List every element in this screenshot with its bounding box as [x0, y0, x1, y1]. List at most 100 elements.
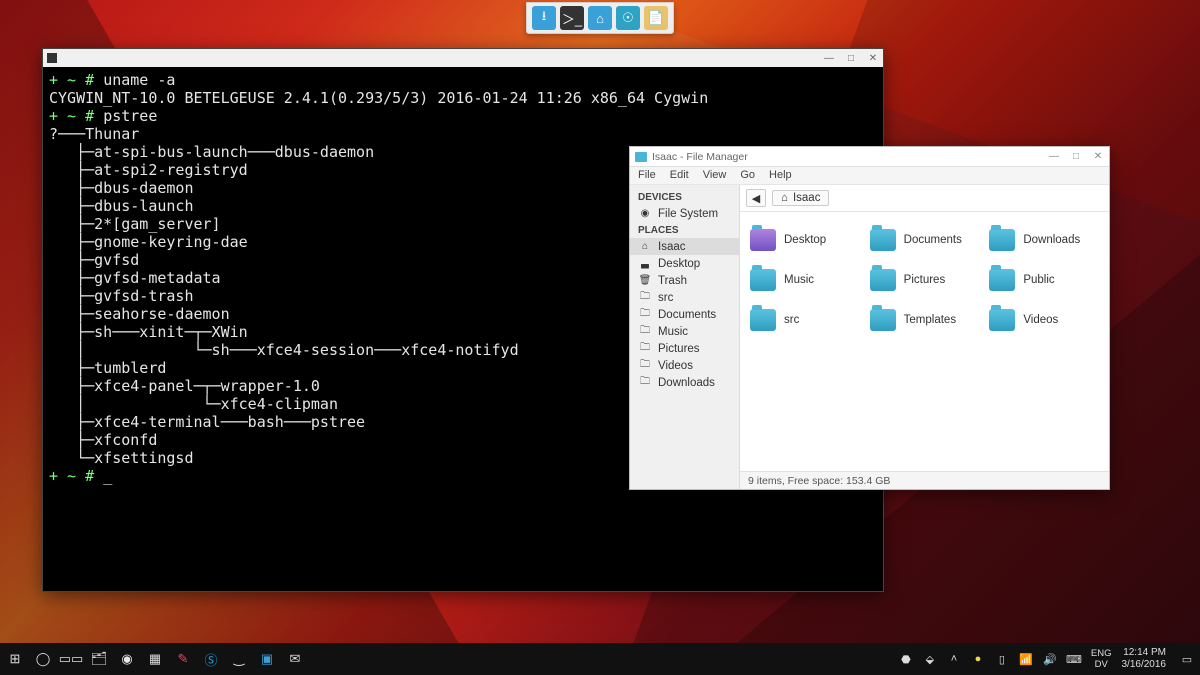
start-button[interactable]: ⊞ [6, 650, 24, 668]
minimize-button[interactable]: — [823, 52, 835, 64]
folder-icon [870, 269, 896, 291]
back-button[interactable]: ◀ [746, 189, 766, 207]
folder-icon [750, 229, 776, 251]
desktop-icon: ▃ [638, 258, 652, 270]
tray-dropbox-icon[interactable]: ⬙ [923, 652, 937, 666]
dock-web-icon[interactable]: ☉ [616, 6, 640, 30]
lang-text: ENG [1091, 648, 1112, 659]
app-icon[interactable]: ‿ [230, 650, 248, 668]
kb-text: DV [1091, 659, 1112, 670]
maximize-button[interactable]: □ [845, 52, 857, 64]
sidebar-places-header: PLACES [630, 222, 739, 238]
sidebar-place-pictures[interactable]: 🗀Pictures [630, 340, 739, 357]
folder-icon [989, 309, 1015, 331]
folder-icon [750, 269, 776, 291]
gimp-icon[interactable]: ✎ [174, 650, 192, 668]
menu-view[interactable]: View [703, 169, 727, 182]
fm-pathbar: ◀ ⌂ Isaac [740, 185, 1109, 212]
tray-status-icon[interactable]: ● [971, 652, 985, 666]
tray-keyboard-icon[interactable]: ⌨ [1067, 652, 1081, 666]
folder-downloads[interactable]: Downloads [985, 220, 1103, 260]
folder-icon: 🗀 [638, 326, 652, 338]
clock-time: 12:14 PM [1122, 647, 1167, 659]
folder-templates[interactable]: Templates [866, 300, 984, 340]
dock-terminal-icon[interactable]: ＞_ [560, 6, 584, 30]
folder-icon: 🗀 [638, 309, 652, 321]
menu-file[interactable]: File [638, 169, 656, 182]
menu-edit[interactable]: Edit [670, 169, 689, 182]
fm-titlebar[interactable]: Isaac - File Manager — □ ✕ [630, 147, 1109, 167]
dock-notes-icon[interactable]: 📄 [644, 6, 668, 30]
folder-icon: 🗀 [638, 360, 652, 372]
breadcrumb[interactable]: ⌂ Isaac [772, 190, 829, 206]
fm-menubar: File Edit View Go Help [630, 167, 1109, 185]
sidebar-place-videos[interactable]: 🗀Videos [630, 357, 739, 374]
tray-app-icon[interactable]: ⬣ [899, 652, 913, 666]
folder-pictures[interactable]: Pictures [866, 260, 984, 300]
terminal-titlebar[interactable]: — □ ✕ [43, 49, 883, 67]
fm-status-text: 9 items, Free space: 153.4 GB [748, 475, 890, 487]
tray-language[interactable]: ENG DV [1091, 648, 1112, 670]
folder-icon [870, 229, 896, 251]
folder-icon [989, 269, 1015, 291]
tray-notifications-icon[interactable]: ▭ [1180, 652, 1194, 666]
dock-home-icon[interactable]: ⌂ [588, 6, 612, 30]
sidebar-place-src[interactable]: 🗀src [630, 289, 739, 306]
fm-main-pane: ◀ ⌂ Isaac DesktopDocumentsDownloads Music… [740, 185, 1109, 489]
sidebar-place-isaac[interactable]: ⌂Isaac [630, 238, 739, 255]
explorer-icon[interactable]: 🗂 [90, 650, 108, 668]
tray-volume-icon[interactable]: 🔊 [1043, 652, 1057, 666]
camera-icon[interactable]: ▣ [258, 650, 276, 668]
fm-sidebar: DEVICES ◉File System PLACES ⌂Isaac▃Deskt… [630, 185, 740, 489]
close-button[interactable]: ✕ [1092, 151, 1104, 163]
home-icon: ⌂ [638, 241, 652, 253]
dock-download-icon[interactable]: ⭳ [532, 6, 556, 30]
terminal-app-icon [47, 53, 57, 63]
sidebar-place-downloads[interactable]: 🗀Downloads [630, 374, 739, 391]
window-icon[interactable]: ▦ [146, 650, 164, 668]
top-dock: ⭳ ＞_ ⌂ ☉ 📄 [526, 2, 674, 34]
tray-network-icon[interactable]: 📶 [1019, 652, 1033, 666]
folder-public[interactable]: Public [985, 260, 1103, 300]
taskview-icon[interactable]: ▭▭ [62, 650, 80, 668]
cortana-icon[interactable]: ◯ [34, 650, 52, 668]
folder-documents[interactable]: Documents [866, 220, 984, 260]
sidebar-place-desktop[interactable]: ▃Desktop [630, 255, 739, 272]
breadcrumb-label: Isaac [793, 192, 821, 204]
taskbar-clock[interactable]: 12:14 PM 3/16/2016 [1122, 647, 1171, 671]
disk-icon: ◉ [638, 208, 652, 220]
fm-statusbar: 9 items, Free space: 153.4 GB [740, 471, 1109, 489]
folder-src[interactable]: src [746, 300, 864, 340]
sidebar-place-documents[interactable]: 🗀Documents [630, 306, 739, 323]
fm-title-text: Isaac - File Manager [652, 151, 748, 163]
chrome-icon[interactable]: ◉ [118, 650, 136, 668]
file-manager-window: Isaac - File Manager — □ ✕ File Edit View G… [629, 146, 1110, 490]
mail-icon[interactable]: ✉ [286, 650, 304, 668]
fm-app-icon [635, 152, 647, 162]
maximize-button[interactable]: □ [1070, 151, 1082, 163]
taskbar: ⊞ ◯ ▭▭ 🗂 ◉ ▦ ✎ Ⓢ ‿ ▣ ✉ ⬣ ⬙ ˄ ● ▯ 📶 🔊 ⌨ E… [0, 643, 1200, 675]
folder-desktop[interactable]: Desktop [746, 220, 864, 260]
folder-icon: 🗀 [638, 343, 652, 355]
close-button[interactable]: ✕ [867, 52, 879, 64]
trash-icon: 🗑 [638, 275, 652, 287]
tray-battery-icon[interactable]: ▯ [995, 652, 1009, 666]
home-icon: ⌂ [781, 192, 788, 204]
sidebar-place-music[interactable]: 🗀Music [630, 323, 739, 340]
sidebar-place-trash[interactable]: 🗑Trash [630, 272, 739, 289]
folder-icon: 🗀 [638, 292, 652, 304]
chevron-left-icon: ◀ [752, 192, 760, 205]
folder-music[interactable]: Music [746, 260, 864, 300]
menu-help[interactable]: Help [769, 169, 792, 182]
menu-go[interactable]: Go [740, 169, 755, 182]
sidebar-devices-header: DEVICES [630, 189, 739, 205]
fm-icon-grid[interactable]: DesktopDocumentsDownloads MusicPicturesPu… [740, 212, 1109, 471]
folder-icon [989, 229, 1015, 251]
folder-icon [750, 309, 776, 331]
folder-videos[interactable]: Videos [985, 300, 1103, 340]
tray-chevron-up-icon[interactable]: ˄ [947, 652, 961, 666]
skype-icon[interactable]: Ⓢ [202, 650, 220, 668]
minimize-button[interactable]: — [1048, 151, 1060, 163]
sidebar-device-file system[interactable]: ◉File System [630, 205, 739, 222]
clock-date: 3/16/2016 [1122, 659, 1167, 671]
